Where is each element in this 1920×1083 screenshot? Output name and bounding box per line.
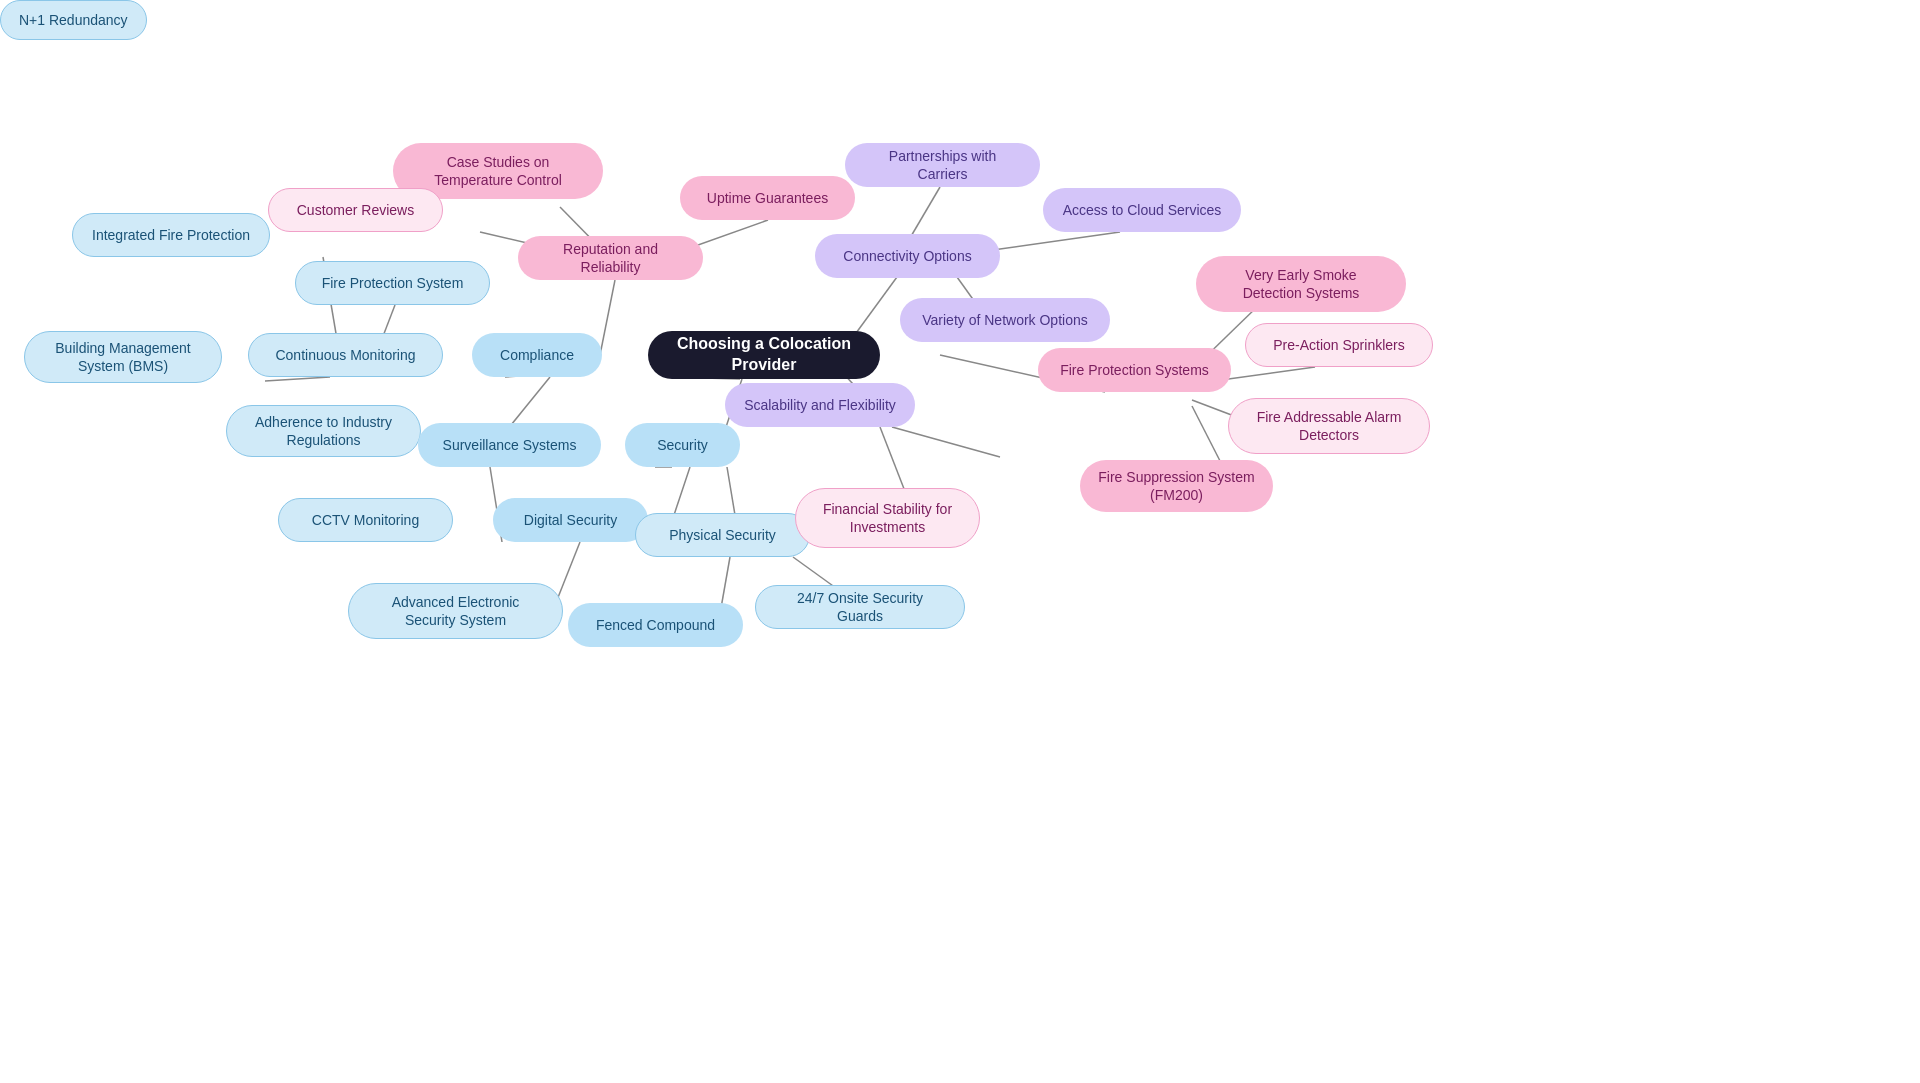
integrated-fire-node: Integrated Fire Protection (72, 213, 270, 257)
partnerships-node: Partnerships with Carriers (845, 143, 1040, 187)
fenced-compound-node: Fenced Compound (568, 603, 743, 647)
access-cloud-node: Access to Cloud Services (1043, 188, 1241, 232)
pre-action-sprinklers-node: Pre-Action Sprinklers (1245, 323, 1433, 367)
digital-security-node: Digital Security (493, 498, 648, 542)
advanced-electronic-node: Advanced Electronic Security System (348, 583, 563, 639)
reputation-node: Reputation and Reliability (518, 236, 703, 280)
security-guards-node: 24/7 Onsite Security Guards (755, 585, 965, 629)
security-node: Security (625, 423, 740, 467)
cctv-monitoring-node: CCTV Monitoring (278, 498, 453, 542)
building-mgmt-node: Building Management System (BMS) (24, 331, 222, 383)
n1-redundancy-node: N+1 Redundancy (0, 0, 147, 40)
fire-protection-systems-node: Fire Protection Systems (1038, 348, 1231, 392)
svg-line-7 (265, 377, 330, 381)
physical-security-node: Physical Security (635, 513, 810, 557)
surveillance-node: Surveillance Systems (418, 423, 601, 467)
scalability-node: Scalability and Flexibility (725, 383, 915, 427)
connectivity-node: Connectivity Options (815, 234, 1000, 278)
svg-line-1 (600, 280, 615, 355)
uptime-guarantees-node: Uptime Guarantees (680, 176, 855, 220)
compliance-node: Compliance (472, 333, 602, 377)
very-early-smoke-node: Very Early Smoke Detection Systems (1196, 256, 1406, 312)
svg-line-23 (892, 427, 1000, 457)
continuous-monitoring-node: Continuous Monitoring (248, 333, 443, 377)
variety-network-node: Variety of Network Options (900, 298, 1110, 342)
fire-suppression-node: Fire Suppression System (FM200) (1080, 460, 1273, 512)
fire-protection-system-node: Fire Protection System (295, 261, 490, 305)
center-node: Choosing a Colocation Provider (648, 331, 880, 379)
adherence-node: Adherence to Industry Regulations (226, 405, 421, 457)
financial-stability-node: Financial Stability for Investments (795, 488, 980, 548)
customer-reviews-node: Customer Reviews (268, 188, 443, 232)
fire-addressable-node: Fire Addressable Alarm Detectors (1228, 398, 1430, 454)
